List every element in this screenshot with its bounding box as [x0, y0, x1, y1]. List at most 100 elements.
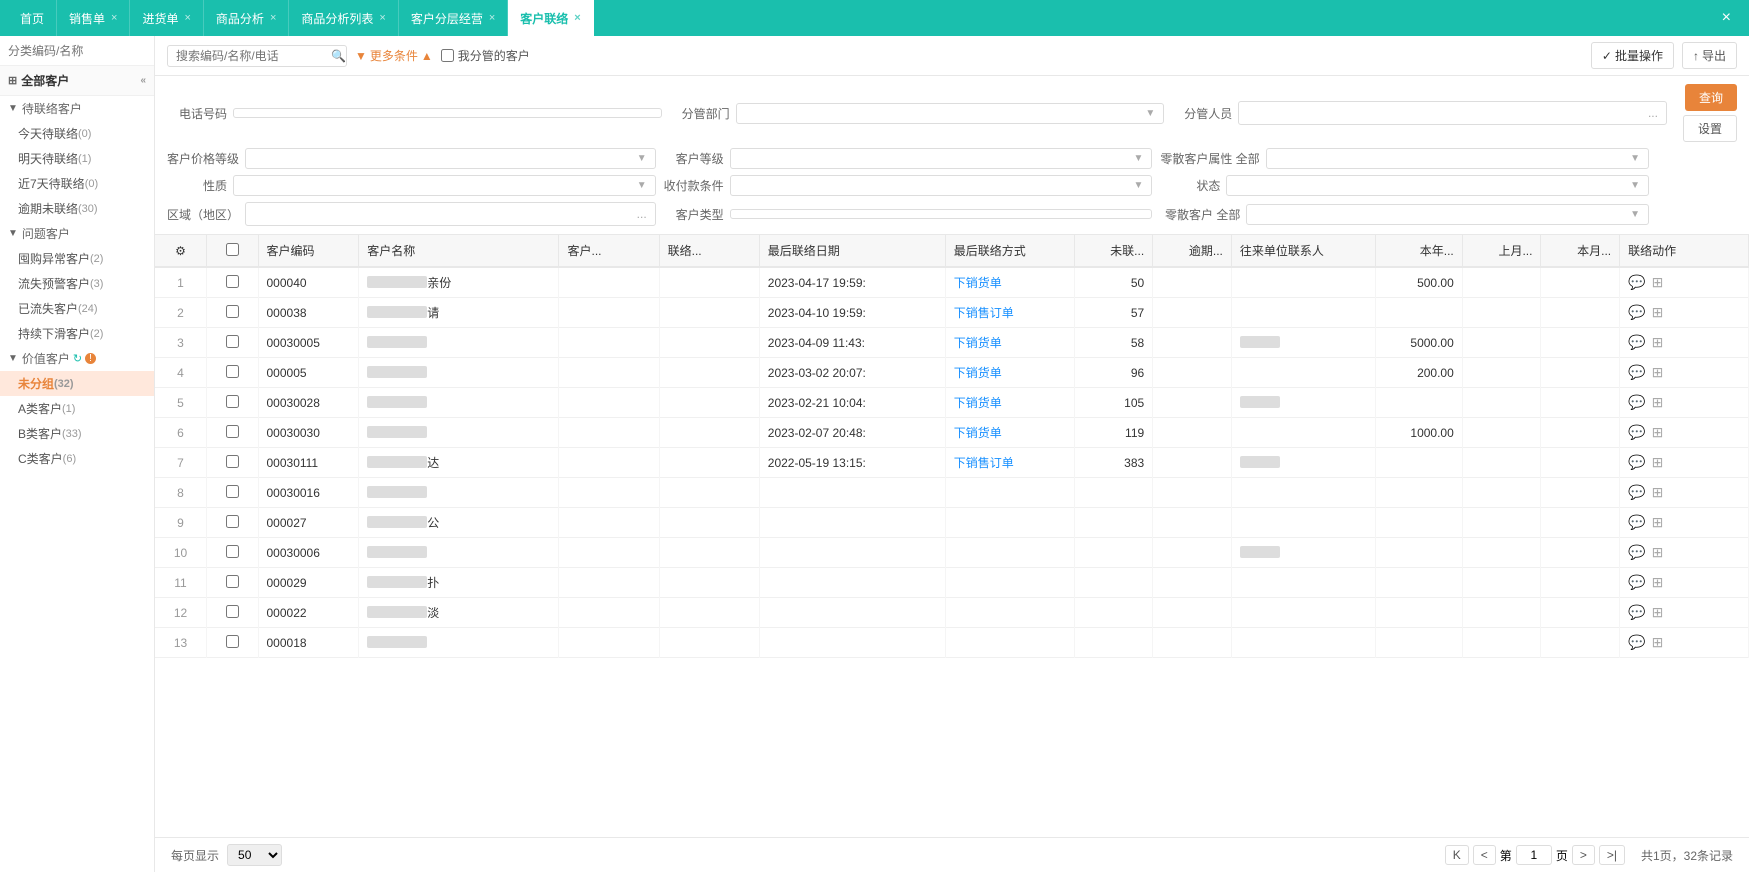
person-select[interactable]: ...: [1238, 101, 1667, 125]
chat-icon[interactable]: 💬: [1628, 634, 1645, 651]
chat-icon[interactable]: 💬: [1628, 334, 1645, 351]
th-company-contact[interactable]: 往来单位联系人: [1231, 235, 1376, 267]
chat-icon[interactable]: 💬: [1628, 364, 1645, 381]
sidebar-group-value[interactable]: ▼ 价值客户 ↻ !: [0, 346, 154, 371]
nav-tab-2[interactable]: 商品分析 ×: [204, 0, 289, 36]
th-type[interactable]: 客户...: [559, 235, 659, 267]
region-select[interactable]: ...: [245, 202, 656, 226]
row-checkbox-cell[interactable]: [207, 267, 259, 298]
close-icon-2[interactable]: ×: [270, 12, 276, 24]
chat-icon[interactable]: 💬: [1628, 304, 1645, 321]
row-checkbox[interactable]: [226, 395, 239, 408]
close-icon-0[interactable]: ×: [111, 12, 117, 24]
cust-level-select[interactable]: ▼: [730, 148, 1153, 169]
row-checkbox-cell[interactable]: [207, 628, 259, 658]
chat-icon[interactable]: 💬: [1628, 424, 1645, 441]
row-checkbox[interactable]: [226, 485, 239, 498]
sidebar-group-problem[interactable]: ▼ 问题客户: [0, 221, 154, 246]
batch-ops-button[interactable]: ✓ 批量操作: [1591, 42, 1674, 69]
grid-action-icon[interactable]: ⊞: [1652, 424, 1664, 441]
th-name[interactable]: 客户名称: [359, 235, 559, 267]
th-contact[interactable]: 联络...: [659, 235, 759, 267]
grid-action-icon[interactable]: ⊞: [1652, 574, 1664, 591]
sidebar-item-today[interactable]: 今天待联络 (0): [0, 121, 154, 146]
row-checkbox-cell[interactable]: [207, 328, 259, 358]
row-checkbox-cell[interactable]: [207, 598, 259, 628]
grid-action-icon[interactable]: ⊞: [1652, 394, 1664, 411]
close-icon-4[interactable]: ×: [489, 12, 495, 24]
sidebar-item-declining[interactable]: 持续下滑客户 (2): [0, 321, 154, 346]
sidebar-item-class-a[interactable]: A类客户 (1): [0, 396, 154, 421]
contact-method-link[interactable]: 下销货单: [954, 366, 1002, 380]
phone-input[interactable]: [233, 108, 662, 118]
th-this-month[interactable]: 本月...: [1541, 235, 1620, 267]
sidebar-item-7days[interactable]: 近7天待联络 (0): [0, 171, 154, 196]
reset-button[interactable]: 设置: [1683, 115, 1737, 142]
nav-tab-1[interactable]: 进货单 ×: [130, 0, 203, 36]
nav-tab-5[interactable]: 客户联络 ×: [508, 0, 593, 36]
cust-type-select[interactable]: [730, 209, 1153, 219]
chat-icon[interactable]: 💬: [1628, 514, 1645, 531]
page-input[interactable]: [1516, 845, 1552, 865]
contact-method-link[interactable]: 下销货单: [954, 276, 1002, 290]
dept-select[interactable]: ▼: [736, 103, 1165, 124]
export-button[interactable]: ↑ 导出: [1682, 42, 1737, 69]
collapse-icon[interactable]: «: [140, 75, 146, 86]
row-checkbox[interactable]: [226, 335, 239, 348]
retail-cust-select[interactable]: ▼: [1246, 204, 1649, 225]
search-icon[interactable]: 🔍: [331, 49, 346, 63]
grid-action-icon[interactable]: ⊞: [1652, 364, 1664, 381]
row-checkbox[interactable]: [226, 275, 239, 288]
chat-icon[interactable]: 💬: [1628, 274, 1645, 291]
sidebar-item-class-c[interactable]: C类客户 (6): [0, 446, 154, 471]
grid-action-icon[interactable]: ⊞: [1652, 484, 1664, 501]
row-checkbox[interactable]: [226, 305, 239, 318]
close-all-button[interactable]: ×: [1712, 9, 1741, 27]
row-checkbox-cell[interactable]: [207, 448, 259, 478]
query-button[interactable]: 查询: [1685, 84, 1737, 111]
grid-action-icon[interactable]: ⊞: [1652, 514, 1664, 531]
row-checkbox[interactable]: [226, 425, 239, 438]
chat-icon[interactable]: 💬: [1628, 454, 1645, 471]
prev-page-button[interactable]: <: [1473, 845, 1496, 865]
sidebar-item-churned[interactable]: 已流失客户 (24): [0, 296, 154, 321]
row-checkbox-cell[interactable]: [207, 508, 259, 538]
row-checkbox-cell[interactable]: [207, 538, 259, 568]
grid-action-icon[interactable]: ⊞: [1652, 454, 1664, 471]
th-last-method[interactable]: 最后联络方式: [945, 235, 1074, 267]
row-checkbox[interactable]: [226, 635, 239, 648]
contact-method-link[interactable]: 下销货单: [954, 336, 1002, 350]
all-customers-section[interactable]: ⊞ 全部客户 «: [0, 66, 154, 96]
grid-action-icon[interactable]: ⊞: [1652, 634, 1664, 651]
sidebar-item-tomorrow[interactable]: 明天待联络 (1): [0, 146, 154, 171]
contact-method-link[interactable]: 下销售订单: [954, 306, 1014, 320]
chat-icon[interactable]: 💬: [1628, 394, 1645, 411]
th-code[interactable]: 客户编码: [258, 235, 359, 267]
nav-home[interactable]: 首页: [8, 0, 57, 36]
my-customers-checkbox[interactable]: 我分管的客户: [441, 47, 530, 64]
sidebar-item-class-b[interactable]: B类客户 (33): [0, 421, 154, 446]
sidebar-item-overdue[interactable]: 逾期未联络 (30): [0, 196, 154, 221]
th-this-year[interactable]: 本年...: [1376, 235, 1462, 267]
th-overdue[interactable]: 逾期...: [1153, 235, 1232, 267]
nature-select[interactable]: ▼: [233, 175, 656, 196]
contact-method-link[interactable]: 下销货单: [954, 426, 1002, 440]
sidebar-item-abnormal[interactable]: 囤购异常客户 (2): [0, 246, 154, 271]
category-search-input[interactable]: [8, 44, 155, 58]
chat-icon[interactable]: 💬: [1628, 574, 1645, 591]
contact-method-link[interactable]: 下销售订单: [954, 456, 1014, 470]
price-level-select[interactable]: ▼: [245, 148, 656, 169]
my-customers-input[interactable]: [441, 49, 454, 62]
row-checkbox[interactable]: [226, 575, 239, 588]
row-checkbox-cell[interactable]: [207, 358, 259, 388]
grid-action-icon[interactable]: ⊞: [1652, 334, 1664, 351]
search-input[interactable]: [176, 49, 331, 63]
row-checkbox-cell[interactable]: [207, 478, 259, 508]
row-checkbox[interactable]: [226, 605, 239, 618]
row-checkbox-cell[interactable]: [207, 418, 259, 448]
nav-tab-0[interactable]: 销售单 ×: [57, 0, 130, 36]
grid-action-icon[interactable]: ⊞: [1652, 544, 1664, 561]
grid-action-icon[interactable]: ⊞: [1652, 304, 1664, 321]
th-last-month[interactable]: 上月...: [1462, 235, 1541, 267]
page-size-select[interactable]: 50 100 200: [227, 844, 282, 866]
